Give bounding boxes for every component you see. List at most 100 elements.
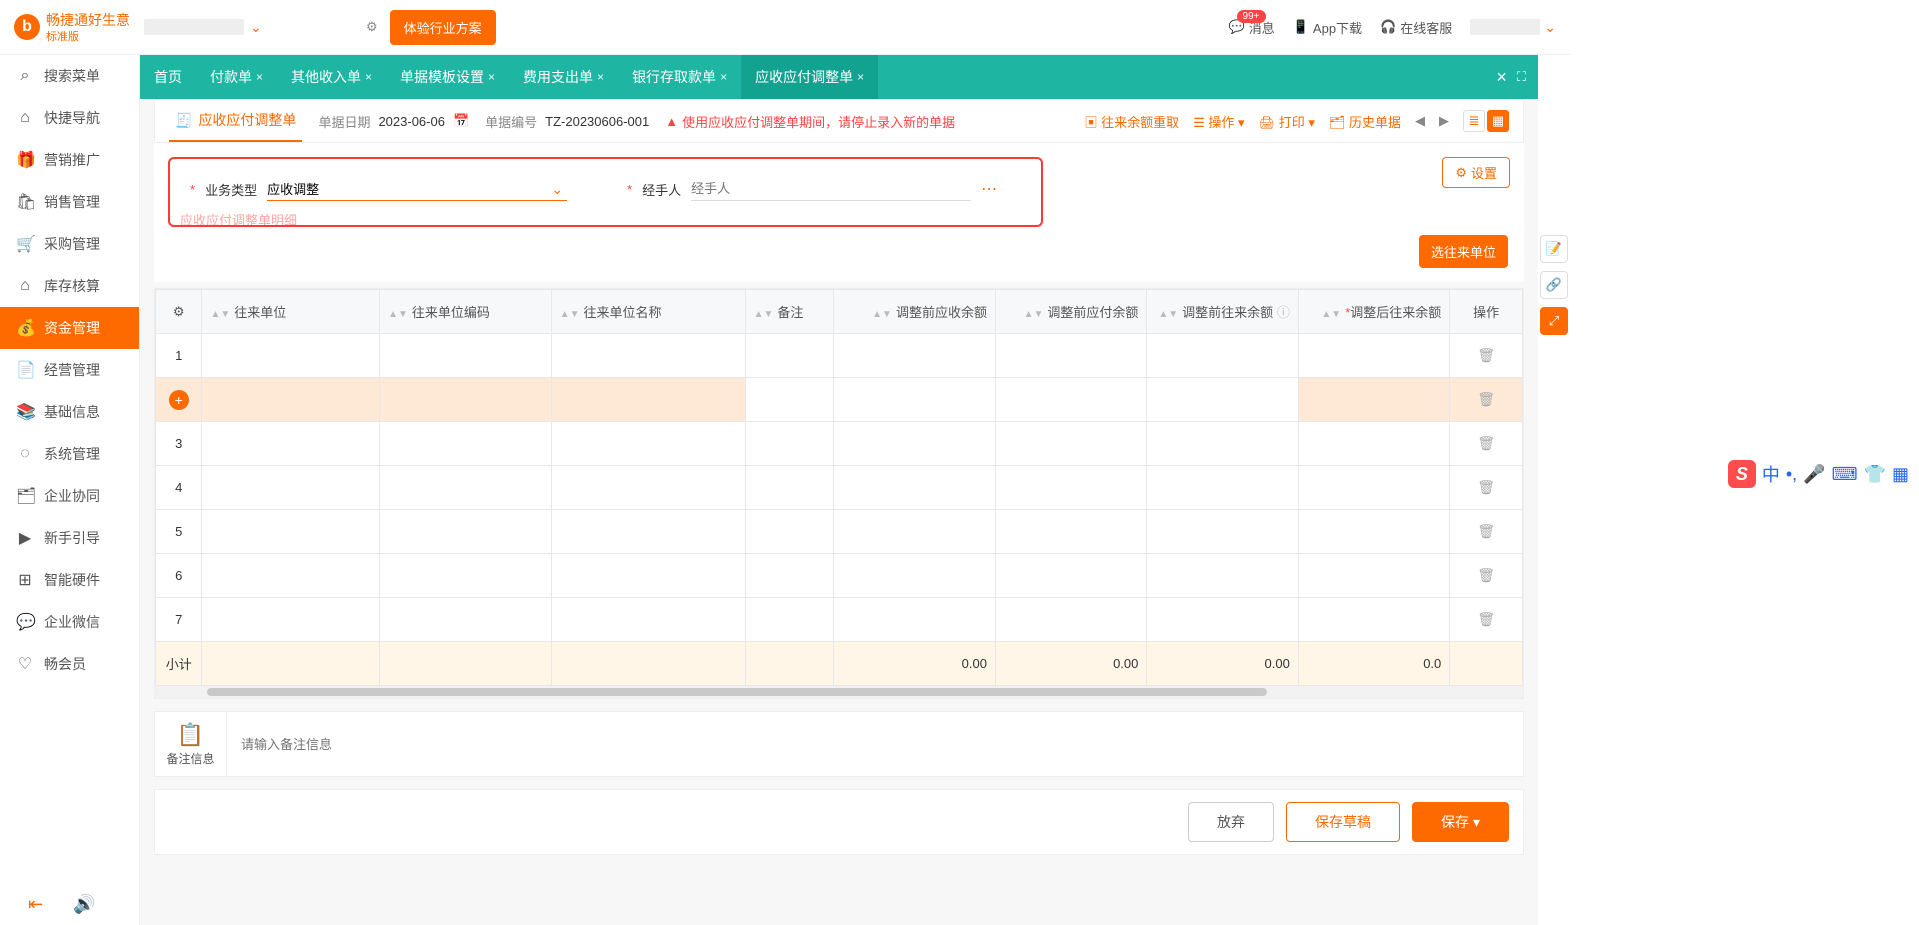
table-row[interactable]: +🗑	[156, 378, 1523, 422]
note-icon: 📋	[177, 722, 204, 748]
biz-type-select[interactable]	[267, 177, 567, 201]
sound-icon[interactable]: 🔊	[73, 894, 95, 915]
topbar: b 畅捷通好生意 标准版 ⌄ ⚙ 体验行业方案 💬 99+ 消息 📱 App下载…	[0, 0, 1570, 55]
user-menu[interactable]: ⌄	[1470, 19, 1556, 36]
save-draft-button[interactable]: 保存草稿	[1286, 802, 1400, 842]
brand-name: 畅捷通好生意	[46, 10, 130, 30]
trash-icon[interactable]: 🗑	[1477, 435, 1495, 451]
rail-attach-icon[interactable]: 🔗	[1540, 271, 1568, 299]
tab-2[interactable]: 其他收入单 ×	[277, 55, 386, 99]
trash-icon[interactable]: 🗑	[1477, 523, 1495, 539]
sidebar-item-1[interactable]: ⌂快捷导航	[0, 97, 139, 139]
discard-button[interactable]: 放弃	[1188, 802, 1274, 842]
col-pre-ar[interactable]: ▲▼调整前应收余额	[834, 290, 996, 334]
handler-input[interactable]	[691, 177, 971, 201]
trash-icon[interactable]: 🗑	[1477, 347, 1495, 363]
table-row[interactable]: 7🗑	[156, 598, 1523, 642]
chevron-down-icon[interactable]: ⌄	[551, 181, 563, 198]
tab-1[interactable]: 付款单×	[196, 55, 277, 99]
ime-lang-label[interactable]: 中	[1762, 461, 1780, 487]
close-icon[interactable]: ×	[597, 70, 604, 84]
trash-icon[interactable]: 🗑	[1477, 567, 1495, 583]
date-value[interactable]: 2023-06-06	[378, 114, 445, 129]
fullscreen-icon[interactable]: ⛶	[1517, 69, 1526, 85]
col-pre-ap[interactable]: ▲▼调整前应付余额	[995, 290, 1146, 334]
table-row[interactable]: 5🗑	[156, 510, 1523, 554]
col-name[interactable]: ▲▼往来单位名称	[551, 290, 745, 334]
sidebar-item-3[interactable]: 🛍销售管理	[0, 181, 139, 223]
sidebar-item-7[interactable]: 📄经营管理	[0, 349, 139, 391]
tab-5[interactable]: 银行存取款单×	[618, 55, 741, 99]
sidebar-item-4[interactable]: 🛒采购管理	[0, 223, 139, 265]
sidebar-item-13[interactable]: 💬企业微信	[0, 601, 139, 643]
horizontal-scrollbar[interactable]	[155, 686, 1523, 698]
sidebar-item-9[interactable]: ◌系统管理	[0, 433, 139, 475]
view-card-icon[interactable]: ▦	[1487, 110, 1509, 132]
table-row[interactable]: 6🗑	[156, 554, 1523, 598]
app-download-link[interactable]: 📱 App下载	[1293, 18, 1362, 37]
sidebar-item-2[interactable]: 🎁营销推广	[0, 139, 139, 181]
tool-regain[interactable]: ▣ 往来余额重取	[1085, 112, 1180, 131]
nav-prev-icon[interactable]: ◀	[1415, 113, 1425, 129]
col-post-bal[interactable]: ▲▼*调整后往来余额	[1298, 290, 1449, 334]
col-code[interactable]: ▲▼往来单位编码	[380, 290, 552, 334]
support-link[interactable]: 🎧 在线客服	[1380, 18, 1452, 37]
tab-label: 其他收入单	[291, 67, 361, 87]
tool-history[interactable]: 🗂 历史单据	[1329, 112, 1401, 131]
ime-punct-icon[interactable]: •,	[1786, 464, 1797, 485]
messages-link[interactable]: 💬 99+ 消息	[1229, 18, 1275, 37]
more-icon[interactable]: ⋯	[981, 179, 998, 199]
close-icon[interactable]: ×	[365, 70, 372, 84]
rail-note-icon[interactable]: 📝	[1540, 235, 1568, 263]
tab-3[interactable]: 单据模板设置×	[386, 55, 509, 99]
tab-0[interactable]: 首页	[140, 55, 196, 99]
trash-icon[interactable]: 🗑	[1477, 611, 1495, 627]
save-button[interactable]: 保存 ▾	[1412, 802, 1509, 842]
trash-icon[interactable]: 🗑	[1477, 391, 1495, 407]
col-pre-bal[interactable]: ▲▼调整前往来余额 ⓘ	[1147, 290, 1298, 334]
calendar-icon[interactable]: 📅	[453, 113, 469, 129]
table-row[interactable]: 1🗑	[156, 334, 1523, 378]
sidebar-item-5[interactable]: ⌂库存核算	[0, 265, 139, 307]
ime-mic-icon[interactable]: 🎤	[1803, 464, 1825, 485]
sidebar-item-0[interactable]: ⌕搜索菜单	[0, 55, 139, 97]
pick-unit-button[interactable]: 选往来单位	[1419, 235, 1508, 268]
tab-4[interactable]: 费用支出单×	[509, 55, 618, 99]
tool-print[interactable]: 🖨 打印 ▾	[1259, 112, 1315, 131]
col-note[interactable]: ▲▼备注	[745, 290, 834, 334]
close-icon[interactable]: ×	[720, 70, 727, 84]
tab-close-all-icon[interactable]: ×	[1496, 67, 1507, 88]
add-row-icon[interactable]: +	[169, 390, 189, 410]
close-icon[interactable]: ×	[857, 70, 864, 84]
col-unit[interactable]: ▲▼往来单位	[202, 290, 380, 334]
view-list-icon[interactable]: ≣	[1463, 110, 1485, 132]
sidebar-item-12[interactable]: ⊞智能硬件	[0, 559, 139, 601]
sidebar-item-6[interactable]: 💰资金管理	[0, 307, 139, 349]
sidebar-item-11[interactable]: ▶新手引导	[0, 517, 139, 559]
doc-no-value: TZ-20230606-001	[545, 114, 649, 129]
ime-toolbox-icon[interactable]: ▦	[1892, 464, 1909, 485]
tool-operate[interactable]: ☰ 操作 ▾	[1193, 112, 1244, 131]
collapse-icon[interactable]: ⇤	[28, 894, 43, 915]
ime-toolbar[interactable]: S 中 •, 🎤 ⌨ 👕 ▦	[1728, 460, 1909, 488]
nav-next-icon[interactable]: ▶	[1439, 113, 1449, 129]
table-row[interactable]: 4🗑	[156, 466, 1523, 510]
sidebar-item-10[interactable]: 🗂企业协同	[0, 475, 139, 517]
ime-keyboard-icon[interactable]: ⌨	[1832, 464, 1858, 485]
sidebar-item-14[interactable]: ♡畅会员	[0, 643, 139, 685]
org-selector[interactable]: ⌄	[144, 19, 354, 36]
sidebar-item-label: 新手引导	[44, 528, 100, 548]
gear-icon[interactable]: ⚙	[366, 19, 378, 35]
settings-button[interactable]: ⚙ 设置	[1442, 157, 1510, 188]
sidebar-item-8[interactable]: 📚基础信息	[0, 391, 139, 433]
table-row[interactable]: 3🗑	[156, 422, 1523, 466]
col-gear[interactable]: ⚙	[156, 290, 202, 334]
remarks-input[interactable]	[227, 737, 1523, 752]
trash-icon[interactable]: 🗑	[1477, 479, 1495, 495]
ime-skin-icon[interactable]: 👕	[1864, 464, 1886, 485]
rail-expand-icon[interactable]: ⤢	[1540, 307, 1568, 335]
close-icon[interactable]: ×	[488, 70, 495, 84]
close-icon[interactable]: ×	[256, 70, 263, 84]
experience-button[interactable]: 体验行业方案	[390, 10, 496, 45]
tab-6[interactable]: 应收应付调整单×	[741, 55, 878, 99]
